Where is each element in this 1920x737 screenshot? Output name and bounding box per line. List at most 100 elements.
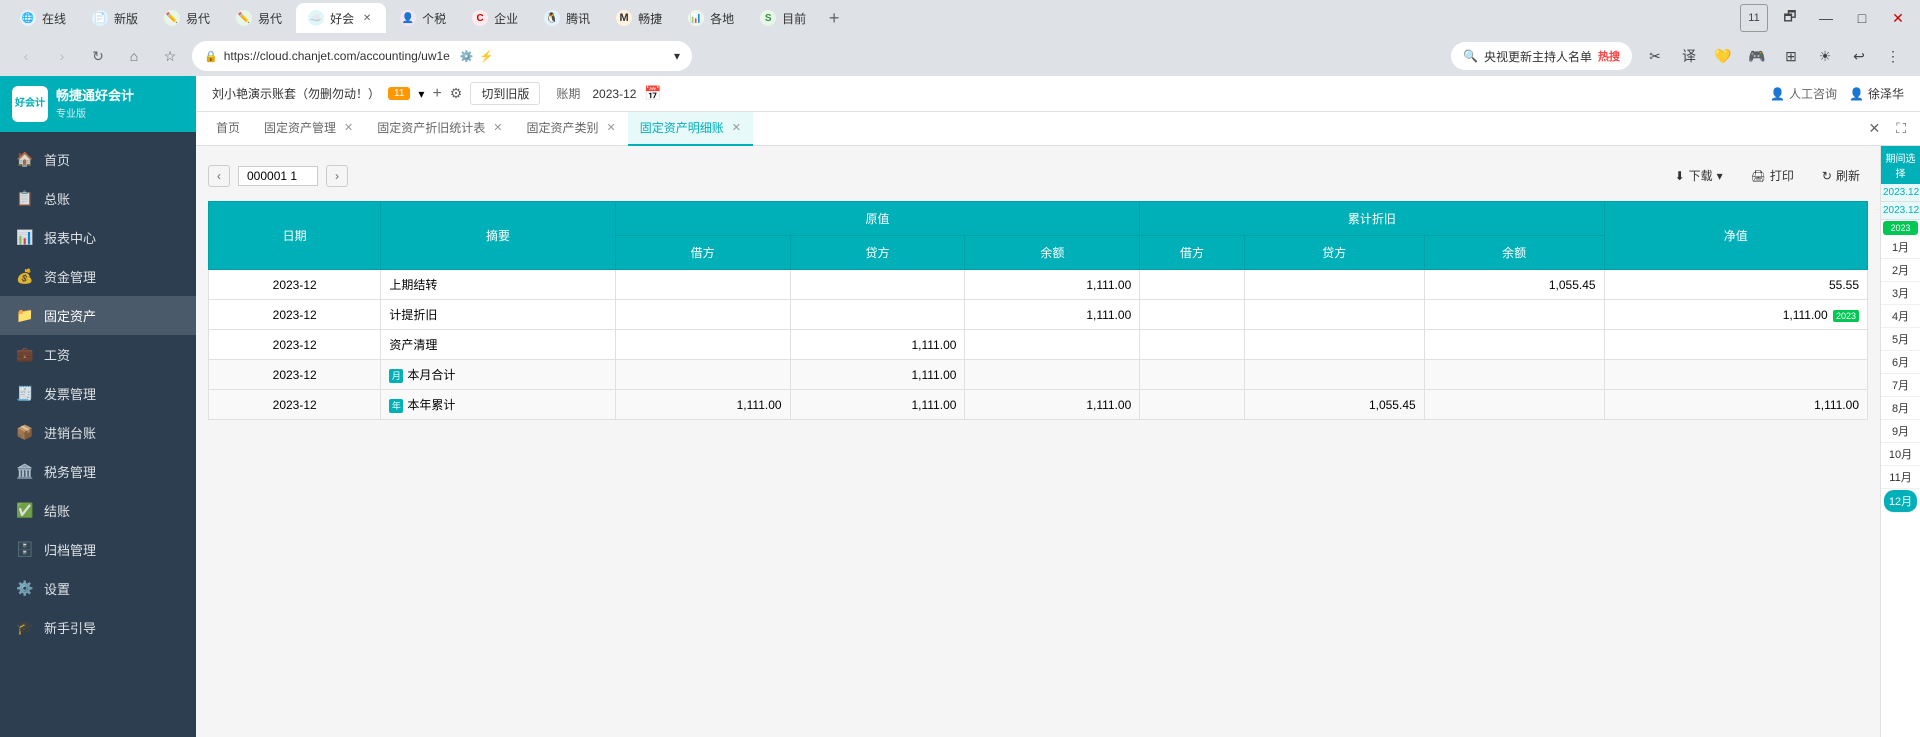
game-icon[interactable]: 🎮 [1742,41,1772,71]
sidebar-item-archive[interactable]: 🗄️ 归档管理 [0,530,196,569]
th-orig-balance: 余额 [965,236,1140,270]
download-icon: ⬇ [1675,169,1685,183]
settings-account-icon[interactable]: ⚙ [450,85,463,102]
add-account-icon[interactable]: + [432,85,441,103]
browser-tab-haohui[interactable]: ☁️ 好会 ✕ [296,3,386,33]
bookmark-button[interactable]: ☆ [156,42,184,70]
tab-home[interactable]: 首页 [204,112,252,146]
row-orig-credit: 1,111.00 [790,390,965,420]
close-all-tabs-icon[interactable]: ✕ [1862,118,1886,139]
period-selected-start[interactable]: 2023.12 [1881,184,1920,202]
grid-icon[interactable]: ⊞ [1776,41,1806,71]
sidebar-item-guide[interactable]: 🎓 新手引导 [0,608,196,647]
dropdown-icon[interactable]: ▾ [418,87,424,101]
period-month-6[interactable]: 6月 [1881,351,1920,374]
tab-count-badge[interactable]: 11 [1740,4,1768,32]
tab-asset-category[interactable]: 固定资产类别 ✕ [514,112,627,146]
reload-button[interactable]: ↻ [84,42,112,70]
sidebar-item-purchase-sales[interactable]: 📦 进销台账 [0,413,196,452]
close-tab-icon[interactable]: ✕ [732,121,741,134]
close-window-button[interactable]: ✕ [1884,4,1912,32]
browser-tab-changjie[interactable]: M 畅捷 [604,3,674,33]
browser-tab-yidai2[interactable]: ✏️ 易代 [224,3,294,33]
user-info[interactable]: 👤 徐泽华 [1849,85,1904,102]
month-tag: 月 [389,369,403,383]
sidebar-item-reports[interactable]: 📊 报表中心 [0,218,196,257]
maximize-content-icon[interactable]: ⛶ [1890,118,1912,139]
tab-asset-detail-ledger[interactable]: 固定资产明细账 ✕ [628,112,753,146]
sidebar-item-tax[interactable]: 🏛️ 税务管理 [0,452,196,491]
sidebar-item-general-ledger[interactable]: 📋 总账 [0,179,196,218]
prev-record-button[interactable]: ‹ [208,165,230,187]
back-button[interactable]: ‹ [12,42,40,70]
new-tab-button[interactable]: + [820,4,848,32]
period-month-7[interactable]: 7月 [1881,374,1920,397]
maximize-button[interactable]: □ [1848,4,1876,32]
print-button[interactable]: 🖨 打印 [1743,164,1802,187]
sidebar-item-settings[interactable]: ⚙️ 设置 [0,569,196,608]
forward-button[interactable]: › [48,42,76,70]
scissors-icon[interactable]: ✂ [1640,41,1670,71]
undo-icon[interactable]: ↩ [1844,41,1874,71]
more-icon[interactable]: ⋮ [1878,41,1908,71]
row-orig-debit [615,300,790,330]
reports-icon: 📊 [16,229,34,247]
sidebar-item-fixed-assets[interactable]: 📁 固定资产 [0,296,196,335]
translate-icon[interactable]: 译 [1674,41,1704,71]
toolbar-right: ⬇ 下载 ▾ 🖨 打印 ↻ 刷新 [1667,164,1868,187]
period-month-1[interactable]: 1月 [1881,236,1920,259]
browser-tab-new[interactable]: 📄 新版 [80,3,150,33]
app-title: 畅捷通好会计 [56,88,134,105]
browser-tab-tengxun[interactable]: 🐧 腾讯 [532,3,602,33]
close-icon[interactable]: ✕ [360,11,374,25]
row-accum-credit [1244,300,1424,330]
tab-label: 固定资产类别 [526,119,598,136]
sidebar-item-invoices[interactable]: 🧾 发票管理 [0,374,196,413]
wallet-icon[interactable]: 💛 [1708,41,1738,71]
period-month-10[interactable]: 10月 [1881,443,1920,466]
sidebar-item-closing[interactable]: ✅ 结账 [0,491,196,530]
period-selected-end[interactable]: 2023.12 [1881,202,1920,220]
sidebar-item-home[interactable]: 🏠 首页 [0,140,196,179]
period-month-9[interactable]: 9月 [1881,420,1920,443]
minimize-button[interactable]: — [1812,4,1840,32]
sidebar-item-funds[interactable]: 💰 资金管理 [0,257,196,296]
browser-tab-geshui[interactable]: 👤 个税 [388,3,458,33]
switch-version-button[interactable]: 切到旧版 [470,82,540,105]
period-month-8[interactable]: 8月 [1881,397,1920,420]
period-sidebar: 期间选择 2023.12 2023.12 2023 1月 2月 3月 4月 5月… [1880,146,1920,737]
period-month-4[interactable]: 4月 [1881,305,1920,328]
close-tab-icon[interactable]: ✕ [344,121,353,134]
download-button[interactable]: ⬇ 下载 ▾ [1667,164,1731,187]
row-net-value [1604,330,1867,360]
sidebar-item-payroll[interactable]: 💼 工资 [0,335,196,374]
period-month-11[interactable]: 11月 [1881,466,1920,489]
calendar-icon[interactable]: 📅 [644,85,661,102]
tab-depreciation-stats[interactable]: 固定资产折旧统计表 ✕ [365,112,514,146]
browser-tab-online[interactable]: 🌐 在线 [8,3,78,33]
close-tab-icon[interactable]: ✕ [493,121,502,134]
period-month-3[interactable]: 3月 [1881,282,1920,305]
browser-tab-yidai1[interactable]: ✏️ 易代 [152,3,222,33]
search-bar[interactable]: 🔍 央视更新主持人名单 热搜 [1451,42,1632,70]
tab-favicon: C [472,10,488,26]
tab-fixed-assets-mgmt[interactable]: 固定资产管理 ✕ [252,112,365,146]
refresh-button[interactable]: ↻ 刷新 [1814,164,1868,187]
period-month-5[interactable]: 5月 [1881,328,1920,351]
browser-tab-gedi[interactable]: 📊 各地 [676,3,746,33]
next-record-button[interactable]: › [326,165,348,187]
brightness-icon[interactable]: ☀ [1810,41,1840,71]
th-accumulated-depreciation: 累计折旧 [1140,202,1604,236]
url-dropdown-icon[interactable]: ▾ [674,49,680,63]
close-tab-icon[interactable]: ✕ [607,121,616,134]
customer-service-button[interactable]: 👤 人工咨询 [1770,85,1837,102]
home-button[interactable]: ⌂ [120,42,148,70]
period-month-2[interactable]: 2月 [1881,259,1920,282]
browser-tab-muqian[interactable]: S 目前 [748,3,818,33]
restore-button[interactable]: 🗗 [1776,4,1804,32]
tab-favicon: 🌐 [20,10,36,26]
url-bar[interactable]: 🔒 https://cloud.chanjet.com/accounting/u… [192,41,692,71]
period-month-12[interactable]: 12月 [1884,490,1917,513]
browser-tab-qiye[interactable]: C 企业 [460,3,530,33]
period-year-label[interactable]: 2023 [1883,221,1918,235]
